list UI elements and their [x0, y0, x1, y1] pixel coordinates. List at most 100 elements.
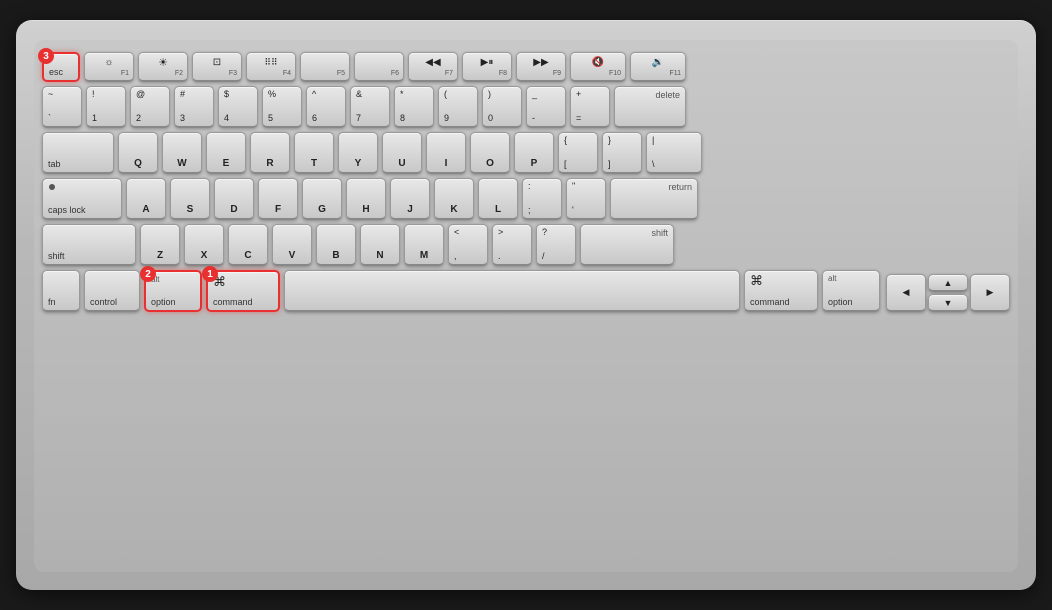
m-label: M: [420, 250, 428, 261]
key-esc[interactable]: 3 esc: [42, 52, 80, 82]
key-4[interactable]: $ 4: [218, 86, 258, 128]
key-l[interactable]: L: [478, 178, 518, 220]
key-9[interactable]: ( 9: [438, 86, 478, 128]
period-symbol: .: [498, 251, 501, 261]
key-quote[interactable]: " ': [566, 178, 606, 220]
key-f11[interactable]: 🔉 F11: [630, 52, 686, 82]
equals-symbol: =: [576, 113, 581, 123]
key-backslash[interactable]: | \: [646, 132, 702, 174]
key-option-left[interactable]: 2 alt option: [144, 270, 202, 312]
key-shift-left[interactable]: shift: [42, 224, 136, 266]
key-h[interactable]: H: [346, 178, 386, 220]
key-f3[interactable]: ⊡ F3: [192, 52, 242, 82]
key-capslock[interactable]: caps lock: [42, 178, 122, 220]
key-e[interactable]: E: [206, 132, 246, 174]
key-command-right[interactable]: ⌘ command: [744, 270, 818, 312]
keyboard-inner: 3 esc ☼ F1 ☀ F2 ⊡ F3 ⠿⠿ F4 F5: [34, 40, 1018, 572]
key-6[interactable]: ^ 6: [306, 86, 346, 128]
key-b[interactable]: B: [316, 224, 356, 266]
key-space[interactable]: [284, 270, 740, 312]
langle-symbol: <: [454, 227, 459, 237]
key-i[interactable]: I: [426, 132, 466, 174]
key-f8[interactable]: ▶⏸ F8: [462, 52, 512, 82]
alt-right-label: alt: [828, 274, 836, 283]
key-rbracket[interactable]: } ]: [602, 132, 642, 174]
key-0[interactable]: ) 0: [482, 86, 522, 128]
key-1[interactable]: ! 1: [86, 86, 126, 128]
d-label: D: [230, 204, 237, 215]
key-slash[interactable]: ? /: [536, 224, 576, 266]
key-period[interactable]: > .: [492, 224, 532, 266]
key-arrow-right[interactable]: ▶: [970, 274, 1010, 312]
key-g[interactable]: G: [302, 178, 342, 220]
key-f6[interactable]: F6: [354, 52, 404, 82]
key-arrow-up[interactable]: ▲: [928, 274, 968, 292]
key-d[interactable]: D: [214, 178, 254, 220]
key-q[interactable]: Q: [118, 132, 158, 174]
key-control[interactable]: control: [84, 270, 140, 312]
j-label: J: [407, 204, 413, 215]
key-z[interactable]: Z: [140, 224, 180, 266]
key-return[interactable]: return: [610, 178, 698, 220]
key-t[interactable]: T: [294, 132, 334, 174]
key-backtick[interactable]: ~ `: [42, 86, 82, 128]
i-label: I: [445, 158, 448, 169]
key-f4[interactable]: ⠿⠿ F4: [246, 52, 296, 82]
key-f10[interactable]: 🔇 F10: [570, 52, 626, 82]
key-c[interactable]: C: [228, 224, 268, 266]
key-v[interactable]: V: [272, 224, 312, 266]
capslock-label: caps lock: [48, 205, 86, 215]
key-minus[interactable]: _ -: [526, 86, 566, 128]
semicolon-symbol: ;: [528, 205, 531, 215]
key-arrow-left[interactable]: ◀: [886, 274, 926, 312]
key-2[interactable]: @ 2: [130, 86, 170, 128]
key-s[interactable]: S: [170, 178, 210, 220]
key-option-right[interactable]: alt option: [822, 270, 880, 312]
badge-3: 3: [38, 48, 54, 64]
key-n[interactable]: N: [360, 224, 400, 266]
tab-label: tab: [48, 159, 61, 169]
command-symbol-right: ⌘: [750, 273, 763, 289]
key-comma[interactable]: < ,: [448, 224, 488, 266]
key-5[interactable]: % 5: [262, 86, 302, 128]
key-x[interactable]: X: [184, 224, 224, 266]
key-m[interactable]: M: [404, 224, 444, 266]
key-f5[interactable]: F5: [300, 52, 350, 82]
number-key-row: ~ ` ! 1 @ 2 # 3 $ 4 % 5: [42, 86, 1010, 128]
zero-label: 0: [488, 113, 493, 123]
key-k[interactable]: K: [434, 178, 474, 220]
key-f[interactable]: F: [258, 178, 298, 220]
key-f1[interactable]: ☼ F1: [84, 52, 134, 82]
key-f9[interactable]: ▶▶ F9: [516, 52, 566, 82]
plus-symbol: +: [576, 89, 581, 99]
key-equals[interactable]: + =: [570, 86, 610, 128]
key-shift-right[interactable]: shift: [580, 224, 674, 266]
key-arrow-down[interactable]: ▼: [928, 294, 968, 312]
key-p[interactable]: P: [514, 132, 554, 174]
two-label: 2: [136, 113, 141, 123]
key-f2[interactable]: ☀ F2: [138, 52, 188, 82]
key-y[interactable]: Y: [338, 132, 378, 174]
key-delete[interactable]: delete: [614, 86, 686, 128]
slash-symbol: /: [542, 251, 545, 261]
at-symbol: @: [136, 89, 145, 99]
f11-label: F11: [669, 70, 681, 77]
rparen-symbol: ): [488, 89, 491, 99]
key-r[interactable]: R: [250, 132, 290, 174]
w-label: W: [177, 158, 186, 169]
key-u[interactable]: U: [382, 132, 422, 174]
key-8[interactable]: * 8: [394, 86, 434, 128]
caret-symbol: ^: [312, 89, 316, 99]
key-command-left[interactable]: 1 ⌘ command: [206, 270, 280, 312]
key-fn[interactable]: fn: [42, 270, 80, 312]
key-7[interactable]: & 7: [350, 86, 390, 128]
key-w[interactable]: W: [162, 132, 202, 174]
key-o[interactable]: O: [470, 132, 510, 174]
key-semicolon[interactable]: : ;: [522, 178, 562, 220]
key-a[interactable]: A: [126, 178, 166, 220]
key-j[interactable]: J: [390, 178, 430, 220]
key-3[interactable]: # 3: [174, 86, 214, 128]
key-f7[interactable]: ◀◀ F7: [408, 52, 458, 82]
key-tab[interactable]: tab: [42, 132, 114, 174]
key-lbracket[interactable]: { [: [558, 132, 598, 174]
